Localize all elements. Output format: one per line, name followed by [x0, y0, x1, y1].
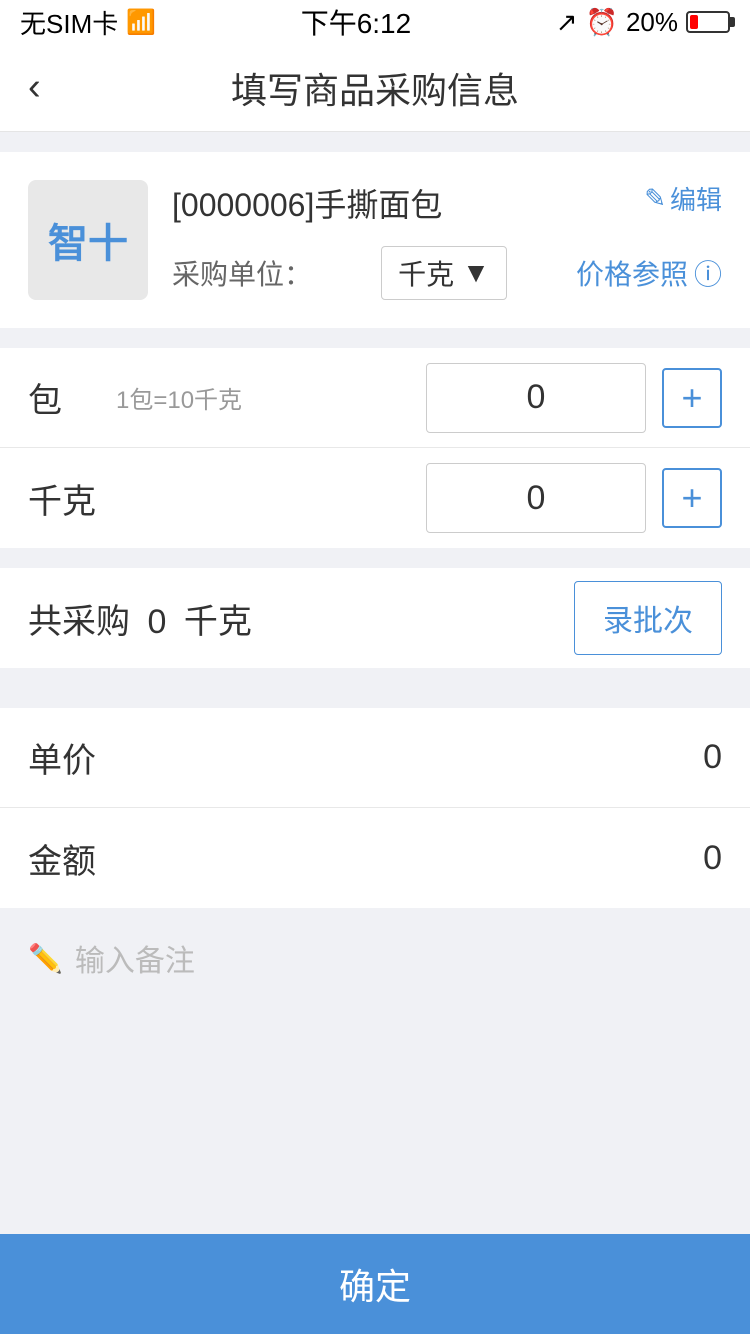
bao-input-field[interactable]: 0 — [426, 363, 646, 433]
summary-text: 共采购 0 千克 — [28, 594, 252, 643]
price-row: 单价 0 — [0, 708, 750, 808]
price-label: 单价 — [28, 733, 96, 782]
price-ref-label: 价格参照 — [576, 253, 688, 293]
edit-label: 编辑 — [670, 180, 722, 217]
amount-label: 金额 — [28, 834, 96, 883]
kg-value: 0 — [527, 479, 546, 518]
kg-input-field[interactable]: 0 — [426, 463, 646, 533]
unit-value: 千克 — [398, 253, 454, 293]
edit-icon: ✎ — [644, 183, 666, 214]
product-name-row: [0000006]手撕面包 ✎ 编辑 — [172, 180, 722, 226]
divider-1 — [0, 328, 750, 348]
kg-input-row: 千克 0 + — [0, 448, 750, 548]
product-name: [0000006]手撕面包 — [172, 180, 644, 226]
kg-label: 千克 — [28, 474, 108, 523]
price-ref-button[interactable]: 价格参照 ⓘ — [576, 253, 722, 293]
kg-plus-button[interactable]: + — [662, 468, 722, 528]
kg-input-wrapper: 0 + — [108, 463, 722, 533]
location-icon: ↗ — [556, 7, 578, 38]
note-section[interactable]: ✏️ 输入备注 — [0, 908, 750, 1008]
back-button[interactable]: ‹ — [28, 66, 41, 109]
alarm-icon: ⏰ — [586, 7, 618, 38]
amount-row: 金额 0 — [0, 808, 750, 908]
battery-percent: 20% — [626, 7, 678, 38]
amount-value: 0 — [703, 839, 722, 878]
unit-row: 采购单位： 千克 ▼ 价格参照 ⓘ — [172, 246, 722, 300]
chevron-down-icon: ▼ — [462, 257, 490, 289]
summary-prefix: 共采购 — [28, 603, 130, 641]
status-bar-left: 无SIM卡 📶 — [20, 4, 156, 41]
product-logo: 智十 — [48, 211, 128, 269]
bao-value: 0 — [527, 378, 546, 417]
battery-icon — [686, 11, 730, 33]
carrier-text: 无SIM卡 — [20, 4, 118, 41]
note-placeholder: 输入备注 — [75, 936, 195, 980]
product-info: [0000006]手撕面包 ✎ 编辑 采购单位： 千克 ▼ 价格参照 ⓘ — [172, 180, 722, 300]
wifi-icon: 📶 — [126, 8, 156, 37]
status-bar-time: 下午6:12 — [301, 2, 412, 42]
summary-unit: 千克 — [184, 603, 252, 641]
product-image: 智十 — [28, 180, 148, 300]
bao-input-wrapper: 0 + — [242, 363, 722, 433]
detail-section: 单价 0 金额 0 — [0, 708, 750, 908]
summary-amount: 0 — [147, 603, 166, 641]
status-bar: 无SIM卡 📶 下午6:12 ↗ ⏰ 20% — [0, 0, 750, 44]
info-icon: ⓘ — [694, 253, 722, 293]
nav-bar: ‹ 填写商品采购信息 — [0, 44, 750, 132]
unit-label: 采购单位： — [172, 253, 312, 293]
record-batch-button[interactable]: 录批次 — [574, 581, 722, 655]
bao-label: 包 — [28, 373, 108, 422]
page-title: 填写商品采购信息 — [231, 62, 519, 114]
confirm-button[interactable]: 确定 — [0, 1234, 750, 1334]
input-section: 包 1包=10千克 0 + 千克 0 + — [0, 348, 750, 548]
price-value: 0 — [703, 738, 722, 777]
product-card: 智十 [0000006]手撕面包 ✎ 编辑 采购单位： 千克 ▼ 价格参照 ⓘ — [0, 152, 750, 328]
unit-select[interactable]: 千克 ▼ — [381, 246, 507, 300]
bao-sublabel: 1包=10千克 — [116, 380, 242, 415]
edit-button[interactable]: ✎ 编辑 — [644, 180, 722, 217]
bao-plus-button[interactable]: + — [662, 368, 722, 428]
summary-row: 共采购 0 千克 录批次 — [0, 568, 750, 668]
divider-2 — [0, 668, 750, 688]
status-bar-right: ↗ ⏰ 20% — [556, 7, 730, 38]
pencil-icon: ✏️ — [28, 942, 63, 975]
bao-input-row: 包 1包=10千克 0 + — [0, 348, 750, 448]
